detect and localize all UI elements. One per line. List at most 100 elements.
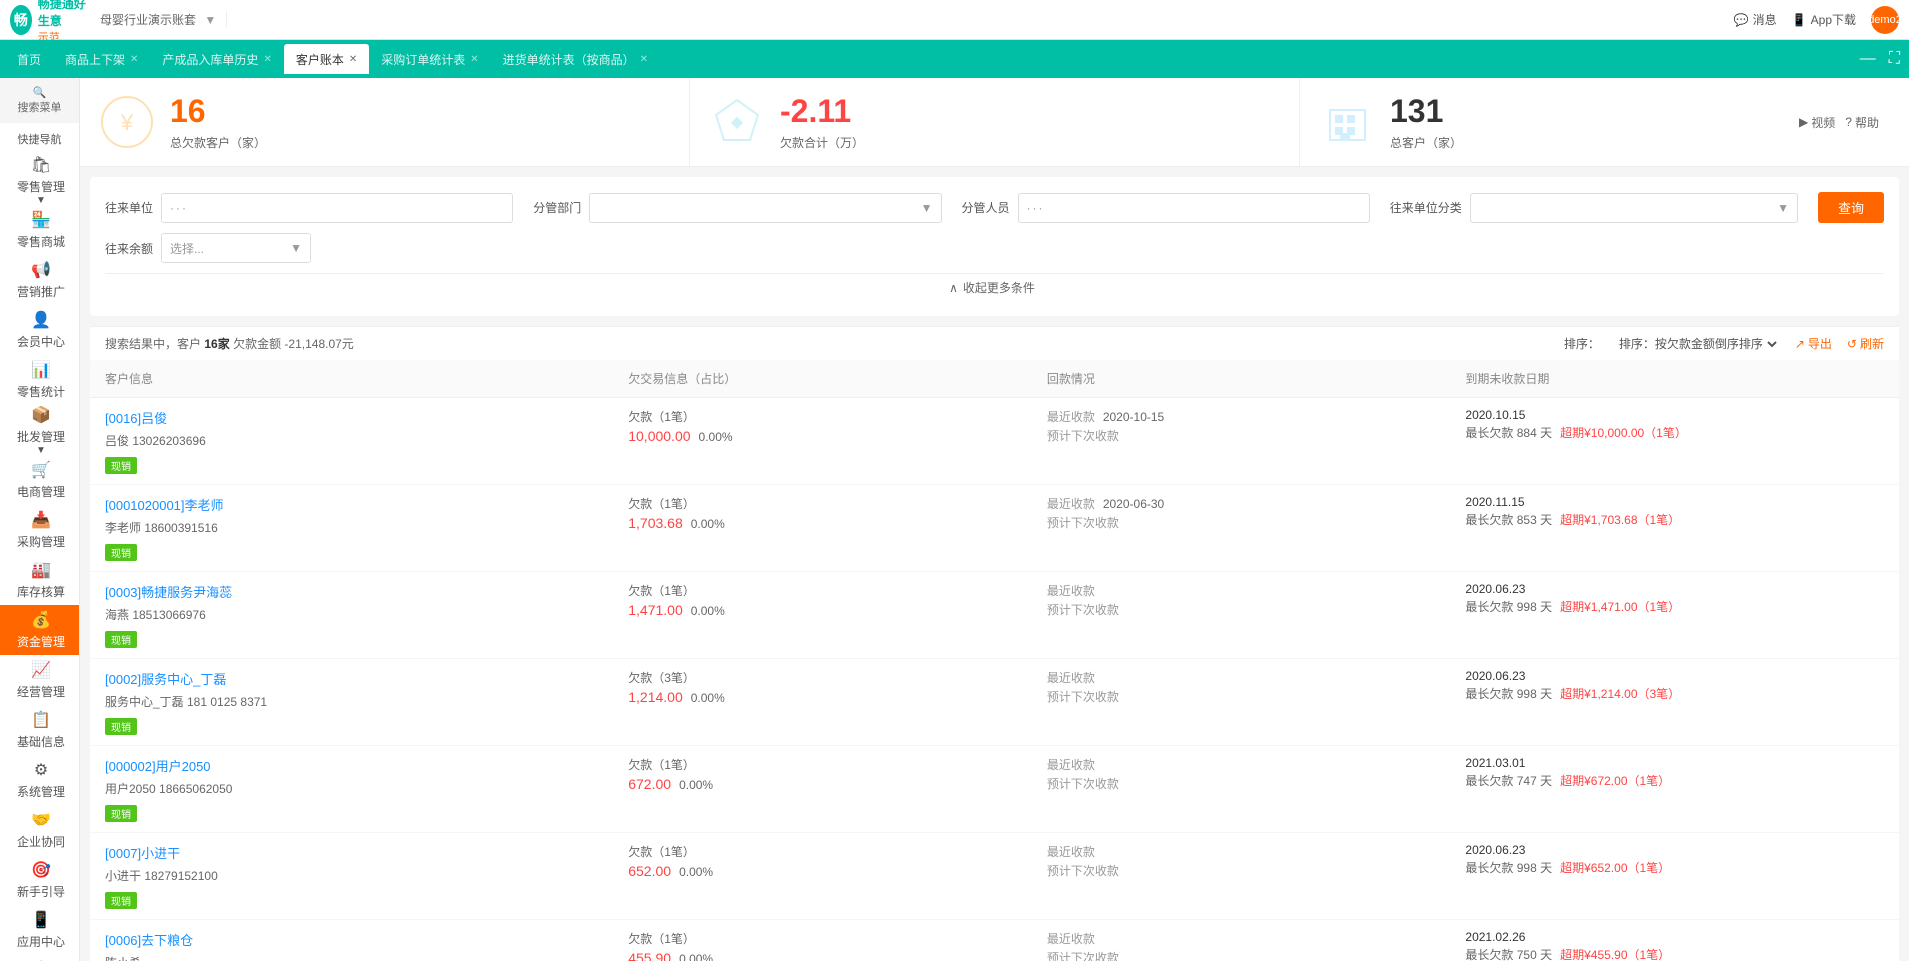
app-download-btn[interactable]: 📱 App下载: [1792, 11, 1856, 28]
total-debt-label: 欠款合计（万）: [780, 134, 1279, 151]
sort-select[interactable]: 排序：按欠款金额倒序排序: [1615, 336, 1780, 352]
stock-icon: 🏭: [31, 560, 51, 580]
col-debt-info: 欠交易信息（占比）: [628, 370, 1047, 387]
sidebar-item-newbie[interactable]: 🎯 新手引导: [0, 855, 79, 905]
operation-icon: 📈: [31, 660, 51, 680]
sidebar: 🔍 搜索菜单 快捷导航 🛍 零售管理 ▼ 🏪 零售商城 📢 营销推广 👤 会员中…: [0, 78, 80, 961]
sidebar-item-operation[interactable]: 📈 经营管理: [0, 655, 79, 705]
refresh-btn[interactable]: ↺ 刷新: [1847, 335, 1884, 352]
table-row: [0016]吕俊 吕俊 13026203696 现销 欠款（1笔） 10,000…: [90, 398, 1899, 485]
col-customer-info: 客户信息: [105, 370, 628, 387]
stat-icon-building: [1320, 95, 1375, 150]
collapse-row[interactable]: ∧ 收起更多条件: [105, 273, 1884, 301]
company-select[interactable]: 母婴行业演示账套 ▼: [90, 11, 227, 28]
sidebar-item-corp-wechat[interactable]: 💬 企业微信: [0, 955, 79, 961]
member-icon: 👤: [31, 310, 51, 330]
tab-close-icon[interactable]: ✕: [349, 54, 357, 65]
customer-link-0[interactable]: [0016]吕俊: [105, 408, 628, 427]
recovery-cell-6: 最近收款 预计下次收款: [1047, 930, 1466, 961]
tab-purchase-summary[interactable]: 采购订单统计表 ✕: [369, 44, 490, 74]
stat-card-total-debt: ◆ -2.11 欠款合计（万）: [690, 78, 1300, 166]
tab-close-icon[interactable]: ✕: [470, 54, 478, 65]
total-customers-label: 总客户（家）: [1390, 134, 1799, 151]
search-button[interactable]: 查询: [1818, 192, 1884, 223]
svg-text:¥: ¥: [120, 110, 134, 135]
user-avatar-btn[interactable]: demo2: [1871, 6, 1899, 34]
apps-icon: 📱: [31, 910, 51, 930]
recovery-cell-5: 最近收款 预计下次收款: [1047, 843, 1466, 879]
customer-link-3[interactable]: [0002]服务中心_丁磊: [105, 669, 628, 688]
sidebar-item-system[interactable]: ⚙ 系统管理: [0, 755, 79, 805]
tab-import-summary[interactable]: 进货单统计表（按商品） ✕: [491, 44, 660, 74]
sidebar-item-apps[interactable]: 📱 应用中心: [0, 905, 79, 955]
sidebar-quick-nav[interactable]: 快捷导航: [0, 123, 79, 155]
sidebar-item-retail-store[interactable]: 🏪 零售商城: [0, 205, 79, 255]
due-date-cell-6: 2021.02.26 最长欠款 750 天 超期¥455.90（1笔）: [1465, 930, 1884, 961]
due-date-cell-4: 2021.03.01 最长欠款 747 天 超期¥672.00（1笔）: [1465, 756, 1884, 789]
sidebar-item-marketing[interactable]: 📢 营销推广: [0, 255, 79, 305]
tab-close-icon[interactable]: ✕: [640, 54, 648, 65]
overdue-amount-0[interactable]: 超期¥10,000.00（1笔）: [1560, 424, 1687, 441]
dept-select[interactable]: ▼: [589, 193, 941, 223]
tab-maximize-btn[interactable]: ⛶: [1885, 50, 1904, 68]
tab-product-history[interactable]: 产成品入库单历史 ✕: [150, 44, 283, 74]
customer-link-2[interactable]: [0003]畅捷服务尹海蕊: [105, 582, 628, 601]
basic-icon: 📋: [31, 710, 51, 730]
customer-link-5[interactable]: [0007]小进干: [105, 843, 628, 862]
filter-row-2: 往来余额 选择... ▼: [105, 233, 1884, 263]
customer-info-cell-5: [0007]小进干 小进干 18279152100 现销: [105, 843, 628, 909]
sidebar-item-stock[interactable]: 🏭 库存核算: [0, 555, 79, 605]
content-area: ¥ 16 总欠款客户（家） ◆ -2.11 欠款合计（万）: [80, 78, 1909, 961]
recovery-cell-2: 最近收款 预计下次收款: [1047, 582, 1466, 618]
refresh-icon: ↺: [1847, 337, 1857, 351]
sidebar-item-basic[interactable]: 📋 基础信息: [0, 705, 79, 755]
export-btn[interactable]: ↗ 导出: [1795, 335, 1832, 352]
tab-close-icon[interactable]: ✕: [130, 54, 138, 65]
customer-link-1[interactable]: [0001020001]李老师: [105, 495, 628, 514]
newbie-icon: 🎯: [31, 860, 51, 880]
help-btn[interactable]: ? 帮助: [1845, 114, 1879, 131]
sidebar-item-member[interactable]: 👤 会员中心: [0, 305, 79, 355]
sidebar-item-ecom[interactable]: 🛒 电商管理: [0, 455, 79, 505]
tab-customer-account[interactable]: 客户账本 ✕: [284, 44, 369, 74]
stat-info-total-debt: -2.11 欠款合计（万）: [780, 93, 1279, 151]
table-row: [0006]去下粮仓 陈小希 现销 欠款（1笔） 455.90 0.00% 最近…: [90, 920, 1899, 961]
export-icon: ↗: [1795, 337, 1805, 351]
debt-info-cell-4: 欠款（1笔） 672.00 0.00%: [628, 756, 1047, 792]
sidebar-search[interactable]: 🔍 搜索菜单: [0, 78, 79, 123]
from-unit-label: 往来单位: [105, 199, 153, 216]
sidebar-item-purchase[interactable]: 📥 采购管理: [0, 505, 79, 555]
unit-type-label: 往来单位分类: [1390, 199, 1462, 216]
sidebar-item-enterprise[interactable]: 🤝 企业协同: [0, 805, 79, 855]
debt-count-0: 欠款（1笔）: [628, 408, 695, 425]
balance-type-select[interactable]: 选择... ▼: [161, 233, 311, 263]
customer-phone-1: 李老师 18600391516: [105, 519, 628, 536]
tab-home[interactable]: 首页: [5, 44, 53, 74]
tab-close-icon[interactable]: ✕: [263, 54, 271, 65]
sidebar-item-finance[interactable]: 💰 资金管理: [0, 605, 79, 655]
overdue-customers-value: 16: [170, 93, 669, 130]
results-bar: 搜索结果中，客户 16家 欠款金额 -21,148.07元 排序： 排序：按欠款…: [90, 326, 1899, 360]
sidebar-item-retail-mgmt[interactable]: 🛍 零售管理 ▼: [0, 155, 79, 205]
message-btn[interactable]: 💬 消息: [1734, 11, 1777, 28]
table-container: 客户信息 欠交易信息（占比） 回款情况 到期未收款日期 [0016]吕俊 吕俊 …: [90, 360, 1899, 961]
tab-product-offline[interactable]: 商品上下架 ✕: [53, 44, 150, 74]
stats-bar: ¥ 16 总欠款客户（家） ◆ -2.11 欠款合计（万）: [80, 78, 1909, 167]
video-btn[interactable]: ▶ 视频: [1799, 114, 1835, 131]
manager-input[interactable]: ···: [1018, 193, 1370, 223]
stat-icon-diamond: ◆: [710, 95, 765, 150]
dept-label: 分管部门: [533, 199, 581, 216]
debt-info-cell-5: 欠款（1笔） 652.00 0.00%: [628, 843, 1047, 879]
marketing-icon: 📢: [31, 260, 51, 280]
col-recovery: 回款情况: [1047, 370, 1466, 387]
sidebar-item-batch-mgmt[interactable]: 📦 批发管理 ▼: [0, 405, 79, 455]
top-header: 畅 畅捷通好生意 示范 母婴行业演示账套 ▼ 💬 消息 📱 App下载 demo…: [0, 0, 1909, 40]
col-due-date: 到期未收款日期: [1465, 370, 1884, 387]
unit-type-select[interactable]: ▼: [1470, 193, 1798, 223]
customer-tag-0: 现销: [105, 457, 137, 474]
sidebar-item-retail-stats[interactable]: 📊 零售统计: [0, 355, 79, 405]
customer-link-6[interactable]: [0006]去下粮仓: [105, 930, 628, 949]
from-unit-input[interactable]: ···: [161, 193, 513, 223]
tab-minimize-btn[interactable]: —: [1856, 50, 1880, 68]
customer-link-4[interactable]: [000002]用户2050: [105, 756, 628, 775]
